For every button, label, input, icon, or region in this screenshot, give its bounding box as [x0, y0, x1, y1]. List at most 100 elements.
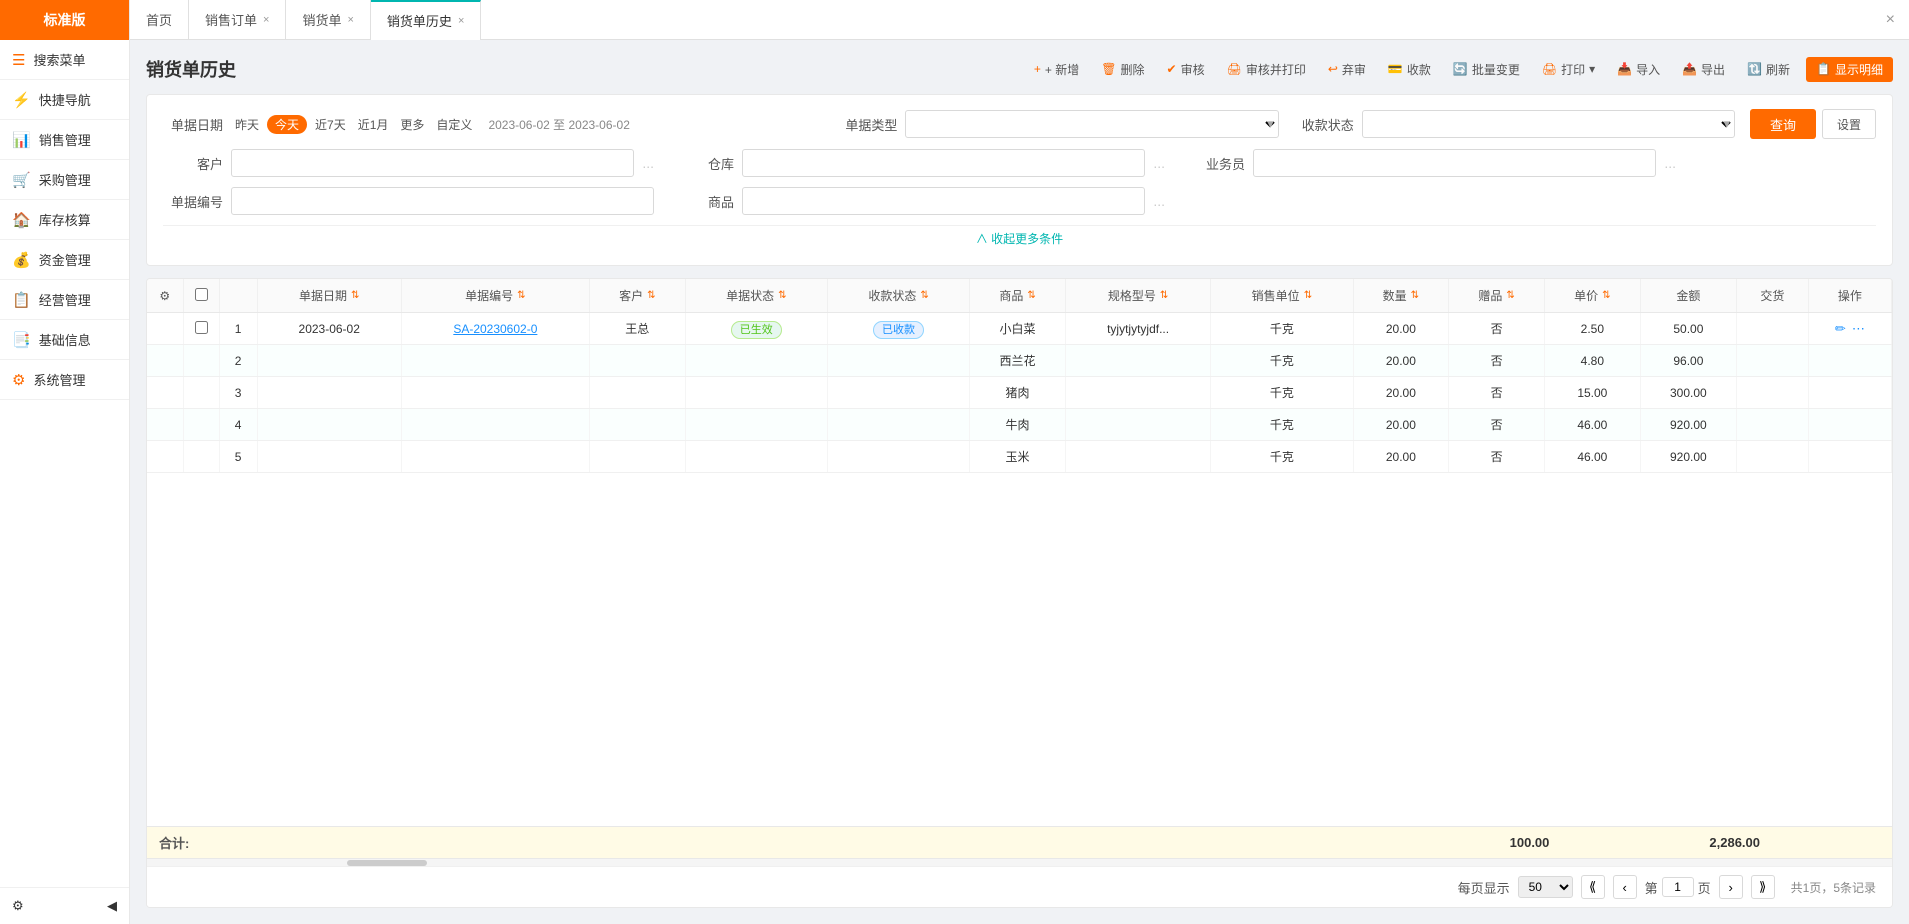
table-scroll[interactable]: ⚙ 单据日期⇅ 单据编号⇅ 客户⇅ 单据状态⇅ 收款状态⇅ 商品⇅ 规格型号⇅ …	[147, 279, 1892, 826]
collect-btn[interactable]: 💳 收款	[1382, 57, 1437, 82]
footer-values: 100.00 2,286.00	[205, 835, 1880, 850]
col-price[interactable]: 单价⇅	[1544, 279, 1640, 313]
col-goods[interactable]: 商品⇅	[970, 279, 1066, 313]
customer-dots-btn[interactable]: ...	[642, 155, 654, 171]
page-last-btn[interactable]: ⟫	[1751, 875, 1775, 899]
page-prev-btn[interactable]: ‹	[1613, 875, 1637, 899]
collapse-up-icon: ∧	[976, 232, 988, 246]
cell-doc-no[interactable]: SA-20230602-0	[401, 313, 589, 345]
table-scrollbar[interactable]	[147, 858, 1892, 866]
page-number-input[interactable]	[1662, 877, 1694, 897]
col-checkbox[interactable]	[183, 279, 219, 313]
col-pay-status[interactable]: 收款状态⇅	[827, 279, 969, 313]
date-tab-1month[interactable]: 近1月	[354, 115, 393, 134]
date-tab-yesterday[interactable]: 昨天	[231, 115, 263, 134]
page-first-btn[interactable]: ⟪	[1581, 875, 1605, 899]
pay-status-select[interactable]	[1362, 110, 1736, 138]
col-date[interactable]: 单据日期⇅	[257, 279, 401, 313]
sidebar-item-basic-info[interactable]: 📑 基础信息	[0, 320, 129, 360]
set-button[interactable]: 设置	[1822, 109, 1876, 139]
date-tab-custom[interactable]: 自定义	[432, 115, 476, 134]
row-checkbox[interactable]	[195, 321, 208, 334]
tab-sales-order[interactable]: 销售订单 ×	[189, 0, 286, 40]
batch-change-label: 批量变更	[1472, 61, 1520, 78]
salesperson-input[interactable]	[1253, 149, 1656, 177]
sidebar-item-quick-nav[interactable]: ⚡ 快捷导航	[0, 80, 129, 120]
cell-gift: 否	[1449, 313, 1545, 345]
tab-home[interactable]: 首页	[130, 0, 189, 40]
cell-doc-no[interactable]	[401, 345, 589, 377]
goods-dots-btn[interactable]: ...	[1153, 193, 1165, 209]
tab-sales-history-close[interactable]: ×	[458, 15, 464, 27]
cell-doc-no[interactable]	[401, 409, 589, 441]
sidebar-settings-btn[interactable]: ⚙ ◀	[0, 888, 129, 924]
cell-checkbox[interactable]	[183, 313, 219, 345]
batch-change-btn[interactable]: 🔄 批量变更	[1447, 57, 1526, 82]
doc-no-input[interactable]	[231, 187, 654, 215]
more-btn[interactable]: ⋯	[1852, 321, 1865, 337]
table-row: 2 西兰花 千克 20.00 否 4.80 96.00	[147, 345, 1892, 377]
sidebar-item-sales-mgmt[interactable]: 📊 销售管理	[0, 120, 129, 160]
audit-btn[interactable]: ✔ 审核	[1161, 57, 1211, 82]
collapse-btn[interactable]: ∧ 收起更多条件	[163, 225, 1876, 251]
print-btn[interactable]: 🖨 打印 ▾	[1536, 57, 1601, 82]
sidebar-item-sys-mgmt[interactable]: ⚙ 系统管理	[0, 360, 129, 400]
cell-index: 4	[219, 409, 257, 441]
cell-doc-no[interactable]	[401, 441, 589, 473]
tab-sales-goods[interactable]: 销货单 ×	[286, 0, 370, 40]
warehouse-input[interactable]	[742, 149, 1145, 177]
customer-input[interactable]	[231, 149, 634, 177]
cell-doc-no[interactable]	[401, 377, 589, 409]
select-all-checkbox[interactable]	[195, 288, 208, 301]
col-gift[interactable]: 赠品⇅	[1449, 279, 1545, 313]
col-unit[interactable]: 销售单位⇅	[1211, 279, 1353, 313]
refresh-btn[interactable]: 🔃 刷新	[1741, 57, 1796, 82]
collapse-icon[interactable]: ◀	[107, 898, 117, 914]
edit-btn[interactable]: ✏	[1835, 321, 1846, 337]
abandon-btn[interactable]: ↩ 弃审	[1322, 57, 1372, 82]
col-customer[interactable]: 客户⇅	[589, 279, 685, 313]
cell-checkbox[interactable]	[183, 377, 219, 409]
audit-print-btn[interactable]: 🖨 审核并打印	[1221, 57, 1312, 82]
col-qty[interactable]: 数量⇅	[1353, 279, 1449, 313]
export-btn[interactable]: 📤 导出	[1676, 57, 1731, 82]
sidebar-item-label: 采购管理	[39, 170, 91, 189]
tab-sales-goods-close[interactable]: ×	[347, 14, 353, 26]
col-spec[interactable]: 规格型号⇅	[1065, 279, 1210, 313]
doc-no-link[interactable]: SA-20230602-0	[453, 322, 537, 336]
delete-btn[interactable]: 🗑 删除	[1095, 57, 1150, 82]
sidebar-item-inventory[interactable]: 🏠 库存核算	[0, 200, 129, 240]
tab-sales-history[interactable]: 销货单历史 ×	[371, 0, 481, 40]
new-btn[interactable]: + + 新增	[1028, 57, 1085, 82]
cell-checkbox[interactable]	[183, 409, 219, 441]
salesperson-dots-btn[interactable]: ...	[1664, 155, 1676, 171]
cell-checkbox[interactable]	[183, 345, 219, 377]
query-button[interactable]: 查询	[1750, 109, 1816, 139]
tab-sales-order-close[interactable]: ×	[263, 14, 269, 26]
sidebar-item-search-menu[interactable]: ☰ 搜索菜单	[0, 40, 129, 80]
warehouse-dots-btn[interactable]: ...	[1153, 155, 1165, 171]
page-unit: 页	[1698, 878, 1711, 897]
goods-input[interactable]	[742, 187, 1145, 215]
date-tab-today[interactable]: 今天	[267, 115, 307, 134]
sidebar-item-finance-mgmt[interactable]: 💰 资金管理	[0, 240, 129, 280]
inventory-icon: 🏠	[12, 211, 31, 229]
sidebar-item-purchase-mgmt[interactable]: 🛒 采购管理	[0, 160, 129, 200]
page-next-btn[interactable]: ›	[1719, 875, 1743, 899]
cell-checkbox[interactable]	[183, 441, 219, 473]
sidebar-item-label: 基础信息	[39, 330, 91, 349]
date-tab-7days[interactable]: 近7天	[311, 115, 350, 134]
cell-spec: tyjytjytyjdf...	[1065, 313, 1210, 345]
import-btn[interactable]: 📥 导入	[1611, 57, 1666, 82]
doc-type-select[interactable]	[905, 110, 1279, 138]
col-settings[interactable]: ⚙	[147, 279, 183, 313]
date-tab-more[interactable]: 更多	[396, 115, 428, 134]
col-doc-status[interactable]: 单据状态⇅	[685, 279, 827, 313]
table-header-row: ⚙ 单据日期⇅ 单据编号⇅ 客户⇅ 单据状态⇅ 收款状态⇅ 商品⇅ 规格型号⇅ …	[147, 279, 1892, 313]
col-doc-no[interactable]: 单据编号⇅	[401, 279, 589, 313]
per-page-select[interactable]: 50 100 200	[1518, 876, 1573, 898]
window-close-btn[interactable]: ×	[1872, 11, 1909, 29]
show-detail-btn[interactable]: 📋 显示明细	[1806, 57, 1893, 82]
sidebar-item-ops-mgmt[interactable]: 📋 经营管理	[0, 280, 129, 320]
table-container: ⚙ 单据日期⇅ 单据编号⇅ 客户⇅ 单据状态⇅ 收款状态⇅ 商品⇅ 规格型号⇅ …	[146, 278, 1893, 908]
